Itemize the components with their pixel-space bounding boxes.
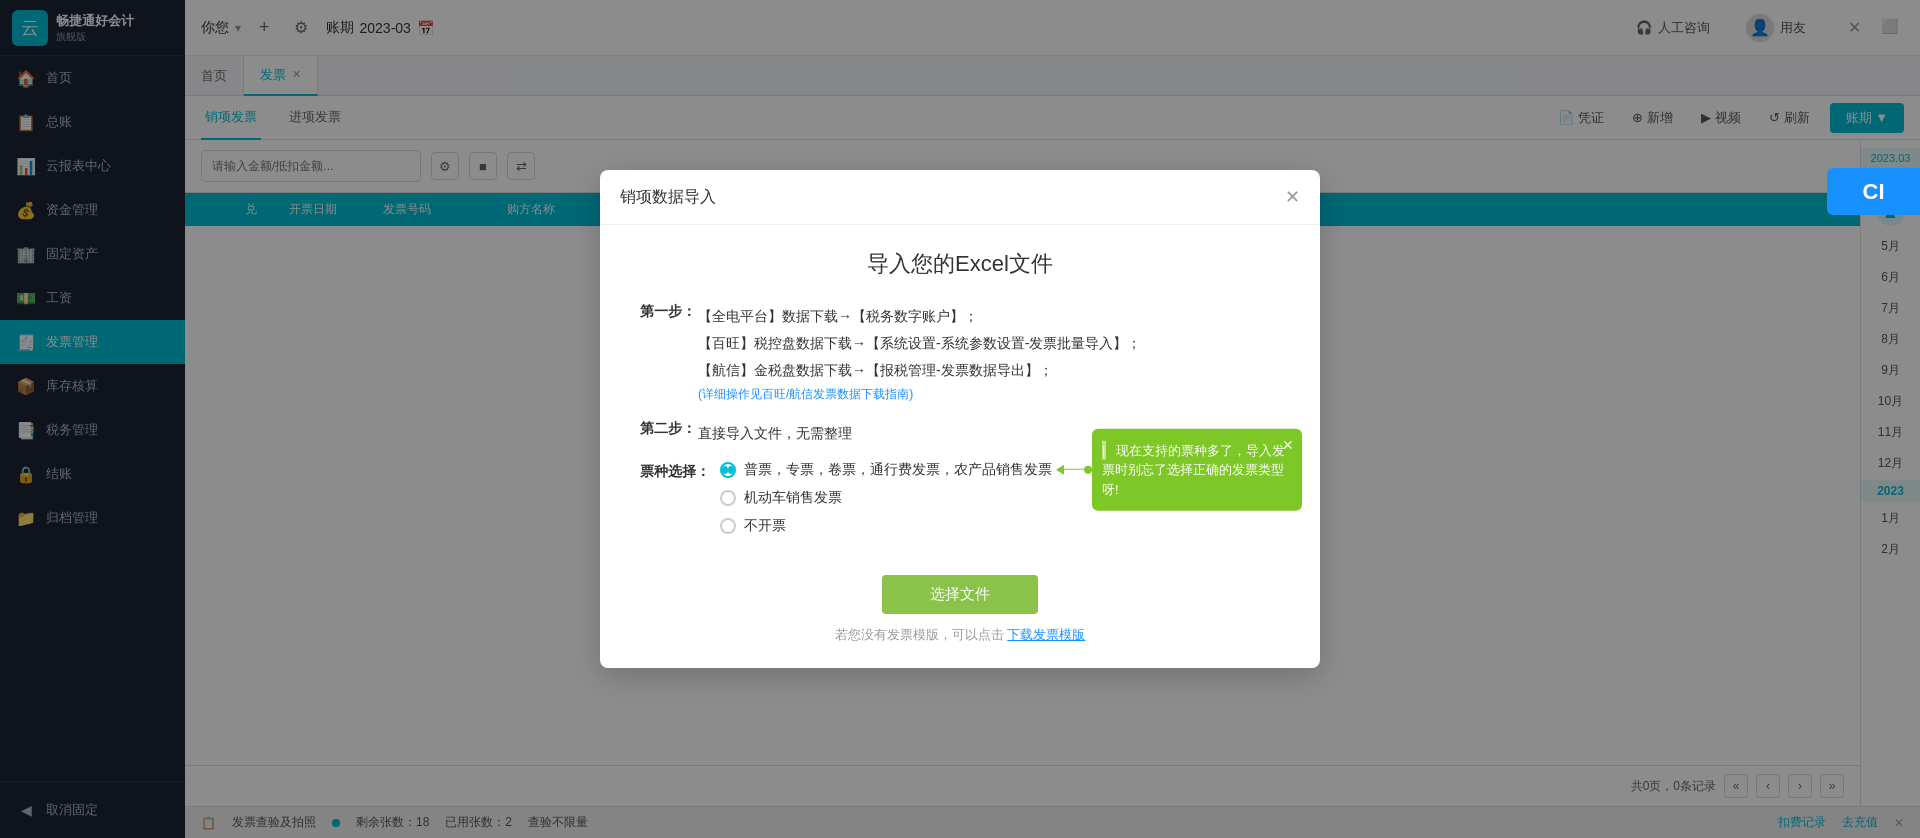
modal-title: 销项数据导入 <box>620 187 716 208</box>
modal-overlay: 销项数据导入 ✕ 导入您的Excel文件 第一步： 【全电平台】数据下载→【税务… <box>0 0 1920 838</box>
ticket-normal-label: 普票，专票，卷票，通行费发票，农产品销售发票 <box>744 461 1052 479</box>
step-1-line-2: 【百旺】税控盘数据下载→【系统设置-系统参数设置-发票批量导入】； <box>698 330 1141 357</box>
radio-motor-icon <box>720 490 736 506</box>
step-1-line-3: 【航信】金税盘数据下载→【报税管理-发票数据导出】； <box>698 357 1141 384</box>
modal-body: 导入您的Excel文件 第一步： 【全电平台】数据下载→【税务数字账户】； 【百… <box>600 225 1320 558</box>
tooltip-connector <box>1064 466 1092 474</box>
download-template-link[interactable]: 下载发票模版 <box>1007 627 1085 642</box>
tooltip-text: 现在支持的票种多了，导入发票时别忘了选择正确的发票类型呀! <box>1102 442 1285 496</box>
download-hint-row: 若您没有发票模版，可以点击 下载发票模版 <box>835 626 1086 644</box>
ticket-select-row: 票种选择： 普票，专票，卷票，通行费发票，农产品销售发票 | 现在支持的票种多了… <box>640 461 1280 535</box>
modal-close-btn[interactable]: ✕ <box>1285 186 1300 208</box>
step-1-line-1: 【全电平台】数据下载→【税务数字账户】； <box>698 303 1141 330</box>
ticket-motor-label: 机动车销售发票 <box>744 489 842 507</box>
tooltip-bar: | <box>1102 440 1106 460</box>
ticket-none-label: 不开票 <box>744 517 786 535</box>
step-1-block: 第一步： 【全电平台】数据下载→【税务数字账户】； 【百旺】税控盘数据下载→【系… <box>640 303 1280 406</box>
radio-none-icon <box>720 518 736 534</box>
tooltip-bubble: | 现在支持的票种多了，导入发票时别忘了选择正确的发票类型呀! ✕ <box>1092 428 1302 511</box>
step-2-content: 直接导入文件，无需整理 <box>698 420 852 447</box>
ticket-option-motor[interactable]: 机动车销售发票 <box>720 489 1052 507</box>
ticket-options: 普票，专票，卷票，通行费发票，农产品销售发票 | 现在支持的票种多了，导入发票时… <box>720 461 1052 535</box>
tooltip-close-btn[interactable]: ✕ <box>1282 434 1294 455</box>
step-1-label: 第一步： <box>640 303 698 321</box>
ticket-label: 票种选择： <box>640 463 720 481</box>
select-file-button[interactable]: 选择文件 <box>882 575 1038 614</box>
step-1-link[interactable]: (详细操作见百旺/航信发票数据下载指南) <box>698 383 1141 406</box>
ci-badge[interactable]: CI <box>1827 168 1920 215</box>
ticket-option-none[interactable]: 不开票 <box>720 517 1052 535</box>
modal-header: 销项数据导入 ✕ <box>600 170 1320 225</box>
step-2-label: 第二步： <box>640 420 698 438</box>
modal-main-title: 导入您的Excel文件 <box>640 249 1280 279</box>
radio-normal-icon <box>720 462 736 478</box>
modal-footer: 选择文件 若您没有发票模版，可以点击 下载发票模版 <box>600 559 1320 668</box>
import-modal: 销项数据导入 ✕ 导入您的Excel文件 第一步： 【全电平台】数据下载→【税务… <box>600 170 1320 667</box>
download-hint-text: 若您没有发票模版，可以点击 <box>835 627 1004 642</box>
ticket-option-normal[interactable]: 普票，专票，卷票，通行费发票，农产品销售发票 | 现在支持的票种多了，导入发票时… <box>720 461 1052 479</box>
step-1-content: 【全电平台】数据下载→【税务数字账户】； 【百旺】税控盘数据下载→【系统设置-系… <box>698 303 1141 406</box>
